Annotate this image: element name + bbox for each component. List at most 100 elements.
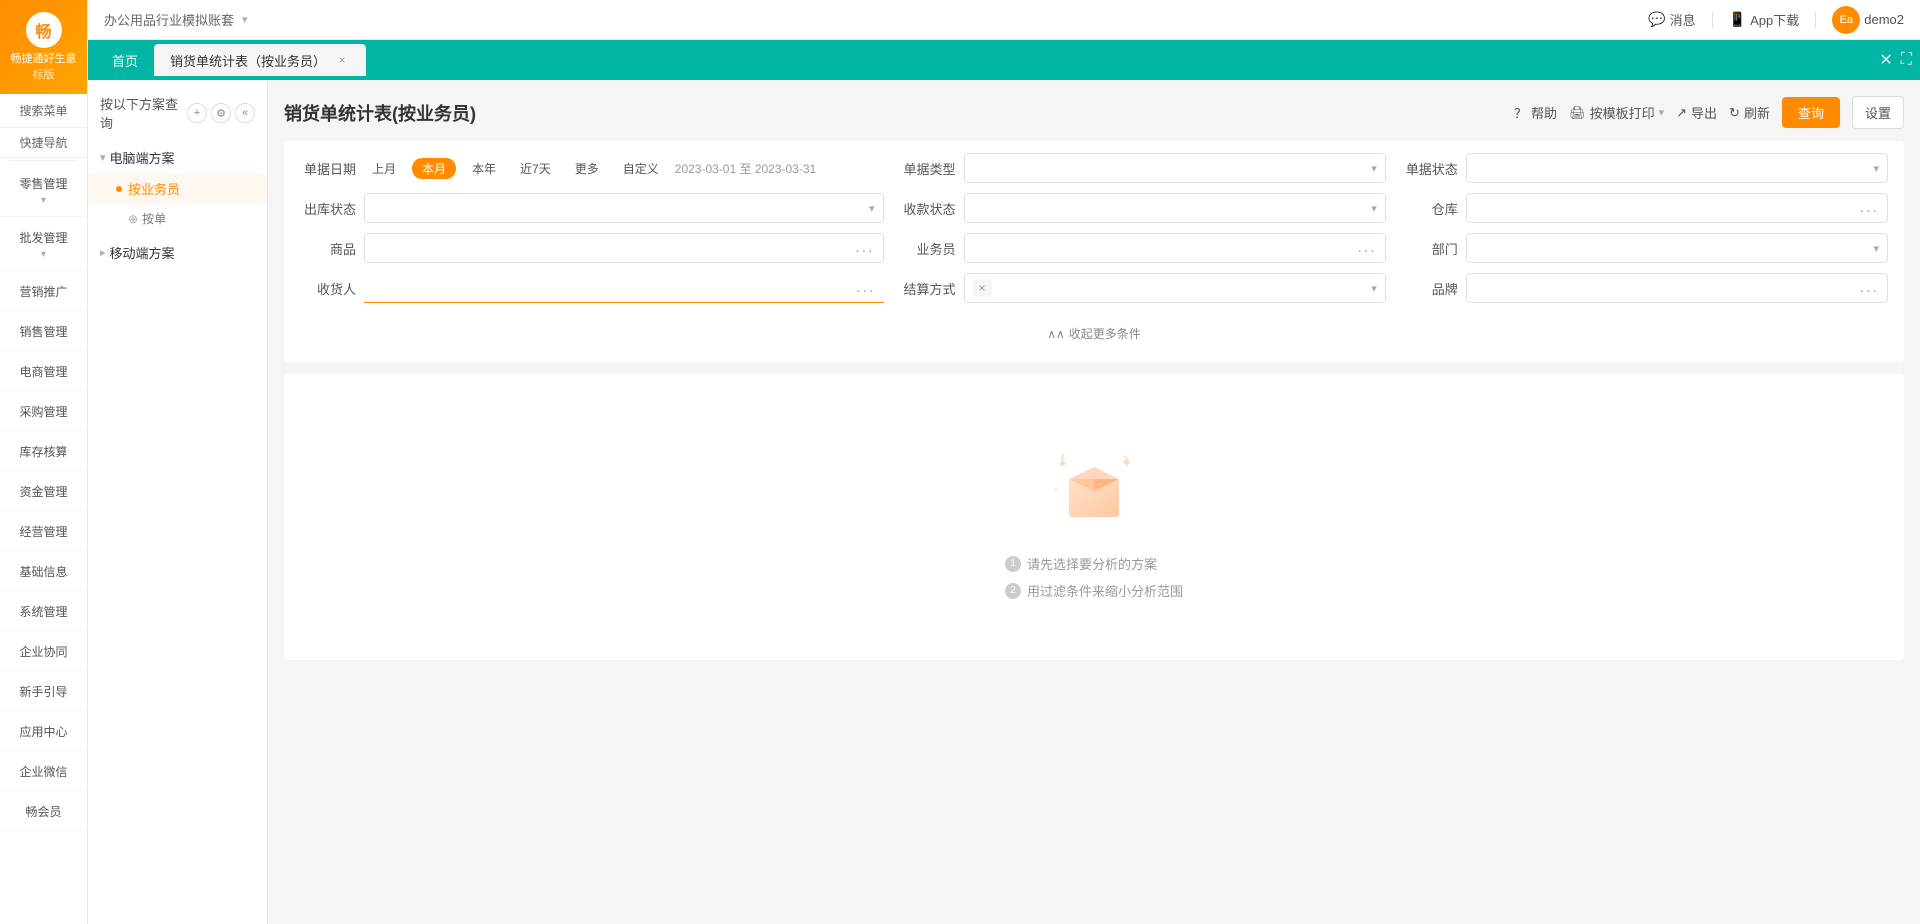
doc-status-label: 单据状态 <box>1402 159 1458 178</box>
help-button[interactable]: ？ 帮助 <box>1514 103 1557 122</box>
date-last-7days[interactable]: 近7天 <box>512 158 559 179</box>
receiver-dots[interactable]: ... <box>856 279 875 297</box>
query-label: 查询 <box>1798 103 1824 122</box>
warehouse-item: 仓库 ... <box>1402 193 1888 223</box>
out-status-select[interactable] <box>364 193 884 223</box>
scheme-order[interactable]: ⊕ 按单 <box>88 204 267 233</box>
tab-maximize-icon[interactable]: ⛶ <box>1901 51 1912 69</box>
doc-type-label: 单据类型 <box>900 159 956 178</box>
scheme-salesman[interactable]: 按业务员 <box>88 173 267 204</box>
payment-item: 结算方式 × <box>900 273 1386 303</box>
settings-button[interactable]: 设置 <box>1852 96 1904 129</box>
payment-select[interactable]: × <box>964 273 1386 303</box>
tab-bar: 首页 销货单统计表（按业务员） × ✕ ⛶ <box>88 40 1920 80</box>
message-label: 消息 <box>1670 10 1696 29</box>
date-custom[interactable]: 自定义 <box>615 158 667 179</box>
sidebar-item-finance[interactable]: 资金管理 <box>0 471 87 511</box>
collect-status-select[interactable] <box>964 193 1386 223</box>
add-scheme-button[interactable]: + <box>187 103 207 123</box>
message-button[interactable]: 消息 <box>1648 10 1695 29</box>
sidebar-item-basics[interactable]: 基础信息 <box>0 551 87 591</box>
mobile-section-toggle[interactable]: ▸ 移动端方案 <box>88 237 267 268</box>
sidebar-item-system[interactable]: 系统管理 <box>0 591 87 631</box>
divider <box>9 160 79 161</box>
sidebar-item-vip[interactable]: 畅会员 <box>0 791 87 831</box>
dept-select[interactable] <box>1466 233 1888 263</box>
payment-tag-close[interactable]: × <box>979 281 986 295</box>
print-chevron-icon[interactable]: ▾ <box>1659 106 1665 119</box>
sidebar-item-apps[interactable]: 应用中心 <box>0 711 87 751</box>
desktop-section-label: 电脑端方案 <box>110 148 175 167</box>
out-status-item: 出库状态 <box>300 193 884 223</box>
warehouse-select[interactable]: ... <box>1466 193 1888 223</box>
brand-label: 品牌 <box>1402 279 1458 298</box>
date-this-month[interactable]: 本月 <box>412 158 456 179</box>
doc-status-arrow <box>1873 162 1879 175</box>
export-icon: ↗ <box>1676 105 1687 121</box>
brand-dots[interactable]: ... <box>1860 279 1879 297</box>
app-download-button[interactable]: App下载 <box>1729 10 1800 29</box>
receiver-select[interactable]: ... <box>364 273 884 303</box>
breadcrumb-expand-icon[interactable] <box>242 13 248 26</box>
export-button[interactable]: ↗ 导出 <box>1676 103 1717 122</box>
panel-header-actions: + ⚙ « <box>187 103 255 123</box>
quick-nav[interactable]: 快捷导航 <box>0 128 87 158</box>
sidebar-item-guide[interactable]: 新手引导 <box>0 671 87 711</box>
tab-close-icon[interactable]: × <box>334 52 350 68</box>
sidebar-item-sales[interactable]: 销售管理 <box>0 311 87 351</box>
tip-text-1: 请先选择要分析的方案 <box>1027 554 1157 573</box>
salesman-select[interactable]: ... <box>964 233 1386 263</box>
salesman-item: 业务员 ... <box>900 233 1386 263</box>
sidebar-label: 营销推广 <box>4 283 83 300</box>
header-actions: 消息 App下载 Ea demo2 <box>1648 6 1904 34</box>
user-profile[interactable]: Ea demo2 <box>1832 6 1904 34</box>
date-last-month[interactable]: 上月 <box>364 158 404 179</box>
date-more[interactable]: 更多 <box>567 158 607 179</box>
brand-item: 品牌 ... <box>1402 273 1888 303</box>
brand-select[interactable]: ... <box>1466 273 1888 303</box>
salesman-dots[interactable]: ... <box>1357 239 1376 257</box>
date-filter-item: 单据日期 上月 本月 本年 近7天 更多 自定义 2023-03-01 至 20… <box>300 158 884 179</box>
doc-type-item: 单据类型 <box>900 153 1386 183</box>
print-button[interactable]: 🖨 按模板打印 ▾ <box>1569 103 1664 122</box>
goods-select[interactable]: ... <box>364 233 884 263</box>
refresh-button[interactable]: ↻ 刷新 <box>1729 103 1770 122</box>
sidebar-item-ecommerce[interactable]: 电商管理 <box>0 351 87 391</box>
sidebar-item-marketing[interactable]: 营销推广 <box>0 271 87 311</box>
tab-home[interactable]: 首页 <box>96 44 154 76</box>
date-range-text: 2023-03-01 至 2023-03-31 <box>675 160 816 177</box>
salesman-label: 业务员 <box>900 239 956 258</box>
sidebar-item-purchase[interactable]: 采购管理 <box>0 391 87 431</box>
sidebar-label: 销售管理 <box>4 323 83 340</box>
mobile-section: ▸ 移动端方案 <box>88 237 267 268</box>
sidebar-item-inventory[interactable]: 库存核算 <box>0 431 87 471</box>
receiver-label: 收货人 <box>300 279 356 298</box>
query-button[interactable]: 查询 <box>1782 97 1840 128</box>
sidebar-item-collaboration[interactable]: 企业协同 <box>0 631 87 671</box>
sidebar-item-retail[interactable]: 零售管理 <box>0 163 87 217</box>
warehouse-dots[interactable]: ... <box>1860 199 1879 217</box>
app-icon <box>1729 11 1746 28</box>
collapse-panel-button[interactable]: « <box>235 103 255 123</box>
settings-scheme-button[interactable]: ⚙ <box>211 103 231 123</box>
sidebar-label: 采购管理 <box>4 403 83 420</box>
desktop-section: ▾ 电脑端方案 按业务员 ⊕ 按单 <box>88 142 267 233</box>
search-menu[interactable]: 搜索菜单 <box>0 94 87 128</box>
tab-report[interactable]: 销货单统计表（按业务员） × <box>154 44 366 76</box>
collapse-button[interactable]: ∧∧ 收起更多条件 <box>1035 321 1153 346</box>
avatar: Ea <box>1832 6 1860 34</box>
active-indicator <box>116 186 122 192</box>
doc-status-select[interactable] <box>1466 153 1888 183</box>
date-label: 单据日期 <box>300 159 356 178</box>
doc-type-select[interactable] <box>964 153 1386 183</box>
filter-row-3: 商品 ... 业务员 ... 部门 <box>300 233 1888 263</box>
desktop-section-toggle[interactable]: ▾ 电脑端方案 <box>88 142 267 173</box>
sidebar-item-operations[interactable]: 经营管理 <box>0 511 87 551</box>
goods-dots[interactable]: ... <box>855 239 874 257</box>
sidebar-label: 库存核算 <box>4 443 83 460</box>
tab-close-all-icon[interactable]: ✕ <box>1879 50 1892 70</box>
sidebar-item-wholesale[interactable]: 批发管理 <box>0 217 87 271</box>
sidebar-item-wechat[interactable]: 企业微信 <box>0 751 87 791</box>
date-this-year[interactable]: 本年 <box>464 158 504 179</box>
app-name: 畅捷通好生意 <box>11 52 77 66</box>
